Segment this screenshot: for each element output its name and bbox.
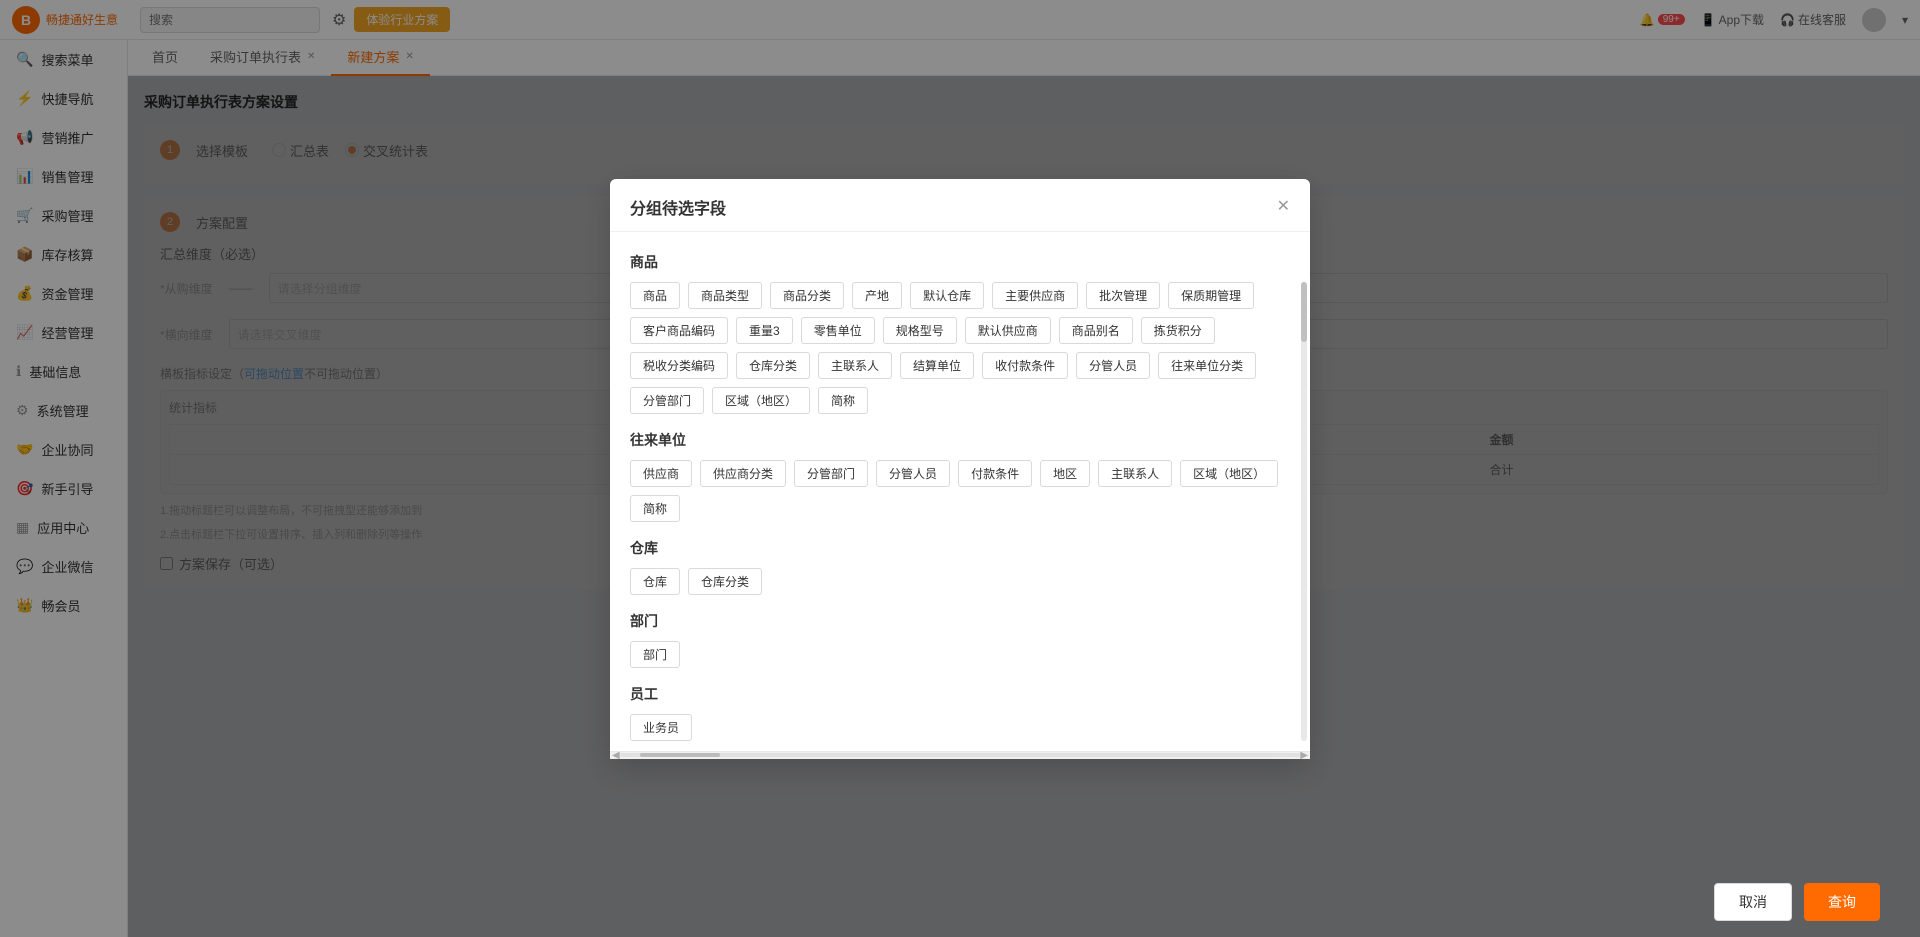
section-partner: 往来单位 供应商 供应商分类 分管部门 分管人员 付款条件 地区 主联系人 区域… <box>630 430 1290 522</box>
field-weight[interactable]: 重量3 <box>736 317 793 344</box>
field-dept[interactable]: 部门 <box>630 641 680 668</box>
field-supplier-cat[interactable]: 供应商分类 <box>700 460 786 487</box>
modal-vscrollbar-thumb <box>1301 282 1307 342</box>
hscroll-track <box>620 753 1301 757</box>
field-default-supplier[interactable]: 默认供应商 <box>965 317 1051 344</box>
field-main-contact2[interactable]: 主联系人 <box>1098 460 1172 487</box>
field-short-name2[interactable]: 简称 <box>630 495 680 522</box>
section-warehouse-title: 仓库 <box>630 538 1290 558</box>
field-goods-type[interactable]: 商品类型 <box>688 282 762 309</box>
field-spec-model[interactable]: 规格型号 <box>883 317 957 344</box>
field-payment-terms[interactable]: 收付款条件 <box>982 352 1068 379</box>
field-customer-code[interactable]: 客户商品编码 <box>630 317 728 344</box>
cancel-button[interactable]: 取消 <box>1714 883 1792 921</box>
field-shelf-life[interactable]: 保质期管理 <box>1168 282 1254 309</box>
hscroll-thumb <box>640 753 720 757</box>
field-partner-cat[interactable]: 往来单位分类 <box>1158 352 1256 379</box>
field-supplier[interactable]: 供应商 <box>630 460 692 487</box>
section-goods: 商品 商品 商品类型 商品分类 产地 默认仓库 主要供应商 批次管理 保质期管理… <box>630 252 1290 414</box>
section-warehouse: 仓库 仓库 仓库分类 <box>630 538 1290 595</box>
field-dept-manage[interactable]: 分管部门 <box>630 387 704 414</box>
field-grid-partner: 供应商 供应商分类 分管部门 分管人员 付款条件 地区 主联系人 区域（地区） … <box>630 460 1290 522</box>
field-goods-category[interactable]: 商品分类 <box>770 282 844 309</box>
field-main-supplier[interactable]: 主要供应商 <box>992 282 1078 309</box>
section-dept-title: 部门 <box>630 611 1290 631</box>
field-goods[interactable]: 商品 <box>630 282 680 309</box>
modal-body: 商品 商品 商品类型 商品分类 产地 默认仓库 主要供应商 批次管理 保质期管理… <box>610 232 1310 751</box>
field-short-name[interactable]: 简称 <box>818 387 868 414</box>
field-warehouse-cat[interactable]: 仓库分类 <box>736 352 810 379</box>
field-grid-goods: 商品 商品类型 商品分类 产地 默认仓库 主要供应商 批次管理 保质期管理 客户… <box>630 282 1290 414</box>
field-origin[interactable]: 产地 <box>852 282 902 309</box>
field-select-modal: 分组待选字段 ✕ 商品 商品 商品类型 商品分类 产地 默认仓库 主要供应商 批… <box>610 179 1310 759</box>
modal-footer: 取消 查询 <box>1714 883 1880 921</box>
modal-vscrollbar[interactable] <box>1301 282 1307 741</box>
field-partner-dept[interactable]: 分管部门 <box>794 460 868 487</box>
section-goods-title: 商品 <box>630 252 1290 272</box>
field-retail-unit[interactable]: 零售单位 <box>801 317 875 344</box>
section-employee-title: 员工 <box>630 684 1290 704</box>
field-grid-dept: 部门 <box>630 641 1290 668</box>
field-partner-manager[interactable]: 分管人员 <box>876 460 950 487</box>
field-default-warehouse[interactable]: 默认仓库 <box>910 282 984 309</box>
field-pick-points[interactable]: 拣货积分 <box>1141 317 1215 344</box>
field-salesperson[interactable]: 业务员 <box>630 714 692 741</box>
field-main-contact[interactable]: 主联系人 <box>818 352 892 379</box>
field-warehouse-class[interactable]: 仓库分类 <box>688 568 762 595</box>
section-employee: 员工 业务员 <box>630 684 1290 741</box>
field-tax-code[interactable]: 税收分类编码 <box>630 352 728 379</box>
field-grid-warehouse: 仓库 仓库分类 <box>630 568 1290 595</box>
confirm-button[interactable]: 查询 <box>1804 883 1880 921</box>
section-dept: 部门 部门 <box>630 611 1290 668</box>
field-region2[interactable]: 区域（地区） <box>1180 460 1278 487</box>
field-warehouse[interactable]: 仓库 <box>630 568 680 595</box>
modal-close-button[interactable]: ✕ <box>1277 199 1290 215</box>
modal-header: 分组待选字段 ✕ <box>610 179 1310 232</box>
field-settlement-unit[interactable]: 结算单位 <box>900 352 974 379</box>
field-batch-mgmt[interactable]: 批次管理 <box>1086 282 1160 309</box>
field-region[interactable]: 区域（地区） <box>712 387 810 414</box>
hscroll-right-button[interactable]: ▶ <box>1300 750 1308 761</box>
field-goods-alias[interactable]: 商品别名 <box>1059 317 1133 344</box>
field-payment-cond[interactable]: 付款条件 <box>958 460 1032 487</box>
field-grid-employee: 业务员 <box>630 714 1290 741</box>
field-manager[interactable]: 分管人员 <box>1076 352 1150 379</box>
section-partner-title: 往来单位 <box>630 430 1290 450</box>
modal-overlay: 分组待选字段 ✕ 商品 商品 商品类型 商品分类 产地 默认仓库 主要供应商 批… <box>0 0 1920 937</box>
hscroll-left-button[interactable]: ◀ <box>612 750 620 761</box>
modal-title: 分组待选字段 <box>630 195 726 219</box>
field-area[interactable]: 地区 <box>1040 460 1090 487</box>
modal-hscrollbar[interactable]: ◀ ▶ <box>610 751 1310 759</box>
